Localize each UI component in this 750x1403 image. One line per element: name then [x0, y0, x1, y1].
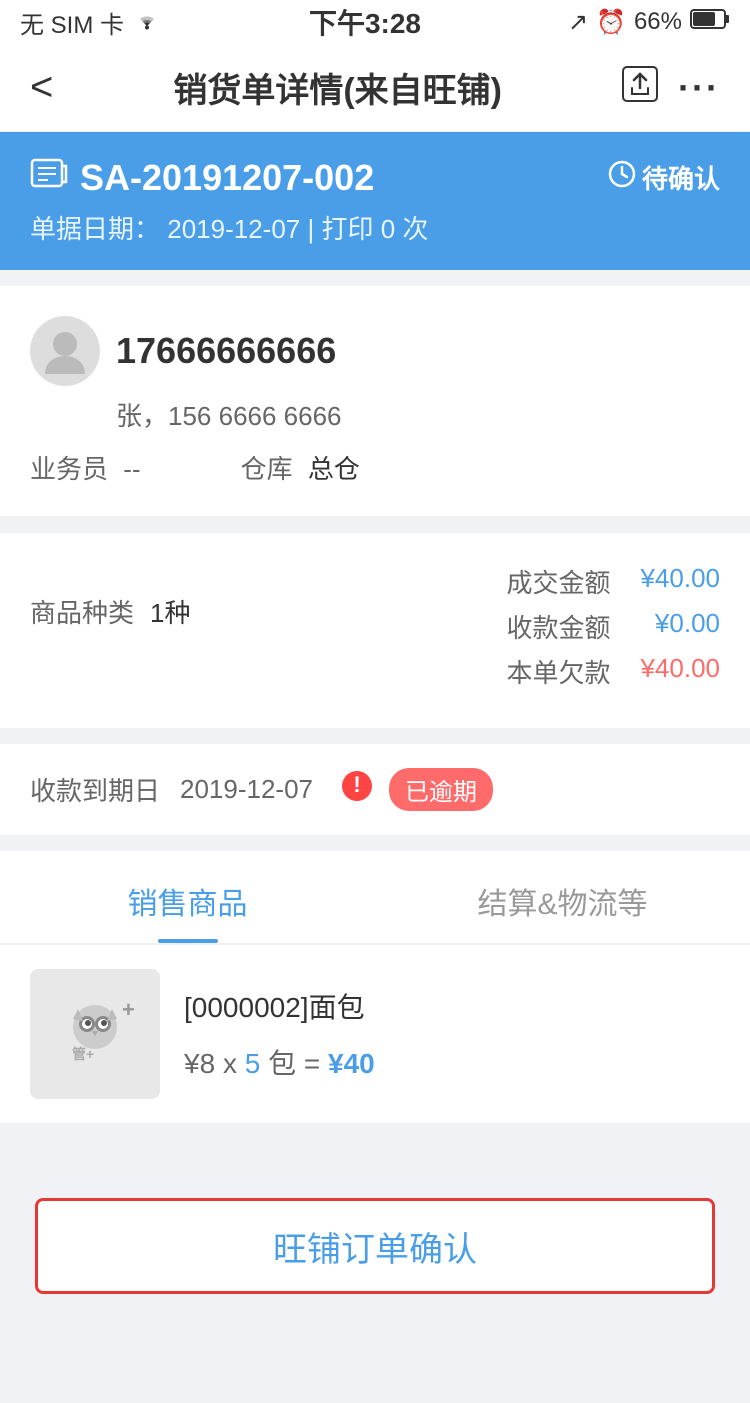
product-thumbnail: + 管+ — [30, 969, 160, 1099]
price-label: ¥8 — [184, 1048, 215, 1079]
multiply-sign: x — [223, 1048, 245, 1079]
tab-products-label: 销售商品 — [128, 888, 248, 921]
warning-icon: ! — [341, 770, 373, 809]
order-date: 2019-12-07 — [167, 214, 300, 244]
page-title: 销货单详情(来自旺铺) — [173, 63, 502, 112]
customer-name: 张，156 6666 6666 — [30, 396, 720, 433]
due-label: 本单欠款 — [506, 653, 610, 690]
summary-section: 商品种类 1种 成交金额 ¥40.00 收款金额 ¥0.00 本单欠款 ¥40.… — [0, 533, 750, 728]
no-sim-text: 无 SIM 卡 — [20, 5, 124, 40]
due-section: 收款到期日 2019-12-07 ! 已逾期 — [0, 744, 750, 835]
nav-left: < — [30, 65, 53, 110]
status-left: 无 SIM 卡 — [20, 5, 162, 40]
tab-settlement[interactable]: 结算&物流等 — [375, 851, 750, 943]
salesperson-value: -- — [123, 454, 140, 484]
order-date-row: 单据日期： 2019-12-07 | 打印 0 次 — [30, 209, 720, 246]
alarm-icon: ⏰ — [596, 8, 626, 37]
amount-label: 成交金额 — [506, 563, 610, 600]
product-name-text: 面包 — [309, 992, 365, 1023]
category-row: 商品种类 1种 — [30, 593, 190, 630]
due-value: ¥40.00 — [640, 653, 720, 690]
order-status: 待确认 — [642, 159, 720, 196]
svg-text:管+: 管+ — [72, 1046, 94, 1062]
qty-value: 5 — [245, 1048, 261, 1079]
header-banner: SA-20191207-002 待确认 单据日期： 2019-12-07 | 打… — [0, 132, 750, 270]
received-row: 收款金额 ¥0.00 — [506, 608, 720, 645]
summary-left: 商品种类 1种 — [30, 563, 190, 630]
nav-bar: < 销货单详情(来自旺铺) ··· — [0, 44, 750, 132]
received-label: 收款金额 — [506, 608, 610, 645]
status-tag: 待确认 — [608, 159, 720, 196]
status-bar: 无 SIM 卡 下午3:28 ↗ ⏰ 66% — [0, 0, 750, 44]
tab-settlement-label: 结算&物流等 — [477, 888, 647, 921]
share-icon[interactable] — [622, 66, 658, 109]
clock-icon — [608, 160, 636, 195]
customer-phone: 17666666666 — [116, 330, 336, 372]
due-row: 本单欠款 ¥40.00 — [506, 653, 720, 690]
overdue-label: 已逾期 — [405, 772, 477, 807]
product-code: [0000002] — [184, 992, 309, 1023]
battery-icon — [690, 8, 730, 37]
summary-right: 成交金额 ¥40.00 收款金额 ¥0.00 本单欠款 ¥40.00 — [506, 563, 720, 698]
tabs: 销售商品 结算&物流等 — [0, 851, 750, 945]
avatar — [30, 316, 100, 386]
due-date-value: 2019-12-07 — [180, 774, 313, 805]
location-icon: ↗ — [568, 8, 588, 37]
warehouse-label: 仓库 总仓 — [241, 449, 360, 486]
order-number: SA-20191207-002 — [80, 157, 374, 199]
more-icon[interactable]: ··· — [678, 67, 720, 109]
total-value: ¥40 — [328, 1048, 375, 1079]
svg-text:+: + — [122, 999, 135, 1022]
category-value: 1种 — [150, 593, 190, 630]
warehouse-value: 总仓 — [308, 454, 360, 484]
order-id-left: SA-20191207-002 — [30, 156, 374, 199]
product-name: [0000002]面包 — [184, 986, 375, 1026]
received-value: ¥0.00 — [655, 608, 720, 645]
status-time: 下午3:28 — [309, 2, 421, 42]
order-id-row: SA-20191207-002 待确认 — [30, 156, 720, 199]
amount-row: 成交金额 ¥40.00 — [506, 563, 720, 600]
separator: | — [307, 214, 321, 244]
customer-row: 17666666666 — [30, 316, 720, 386]
wifi-icon — [132, 8, 162, 37]
due-date-label: 收款到期日 — [30, 771, 160, 808]
battery-text: 66% — [634, 8, 682, 36]
amount-value: ¥40.00 — [640, 563, 720, 600]
tab-products[interactable]: 销售商品 — [0, 851, 375, 943]
product-section: + 管+ [0000002]面包 ¥8 x 5 包 = ¥40 — [0, 945, 750, 1123]
equals-sign: = — [304, 1048, 328, 1079]
status-right: ↗ ⏰ 66% — [568, 8, 730, 37]
confirm-button-container: 旺铺订单确认 — [35, 1198, 715, 1294]
product-info: [0000002]面包 ¥8 x 5 包 = ¥40 — [184, 986, 375, 1082]
confirm-button[interactable]: 旺铺订单确认 — [35, 1198, 715, 1294]
customer-meta: 业务员 -- 仓库 总仓 — [30, 449, 720, 486]
price-row: ¥8 x 5 包 = ¥40 — [184, 1042, 375, 1082]
overdue-badge: 已逾期 — [389, 768, 493, 811]
nav-right: ··· — [622, 66, 720, 109]
date-label: 单据日期： — [30, 214, 160, 244]
product-item: + 管+ [0000002]面包 ¥8 x 5 包 = ¥40 — [30, 969, 720, 1099]
unit-label: 包 — [268, 1048, 296, 1079]
customer-section: 17666666666 张，156 6666 6666 业务员 -- 仓库 总仓 — [0, 286, 750, 517]
order-icon — [30, 156, 68, 199]
category-label: 商品种类 — [30, 593, 134, 630]
svg-text:!: ! — [353, 772, 360, 797]
back-button[interactable]: < — [30, 65, 53, 110]
salesperson-label: 业务员 -- — [30, 449, 141, 486]
print-count: 打印 0 次 — [321, 214, 428, 244]
